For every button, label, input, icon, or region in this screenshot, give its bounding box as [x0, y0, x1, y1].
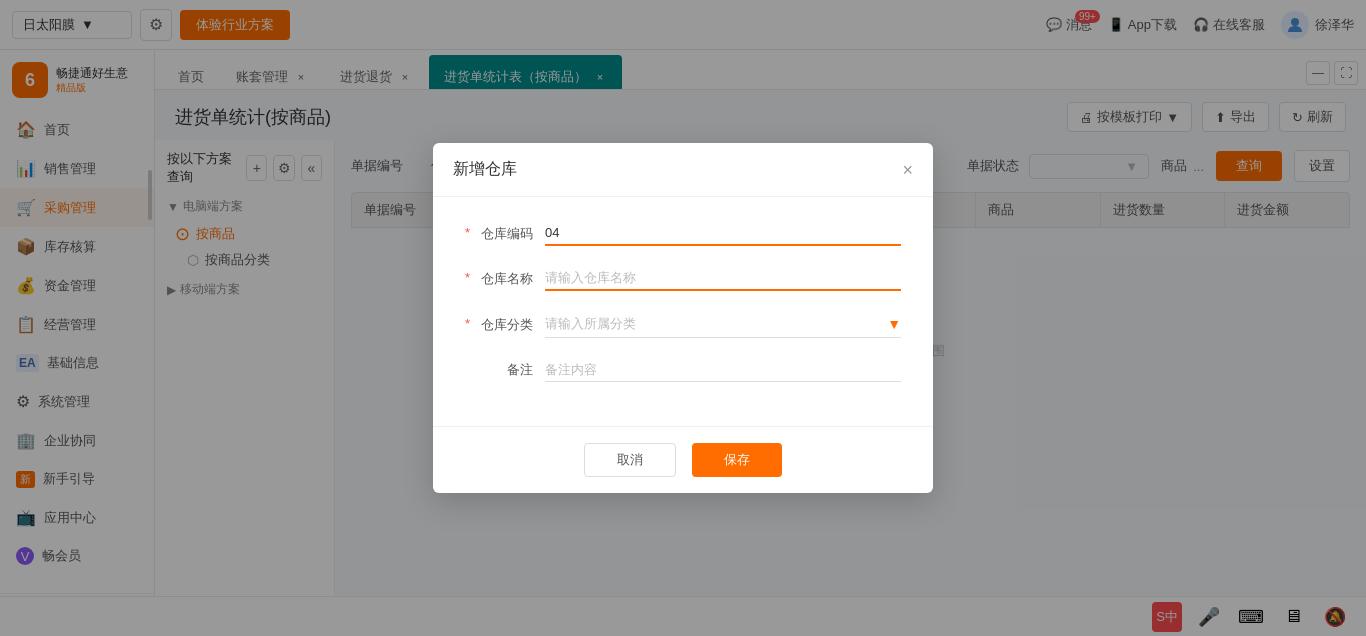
- remark-label: 备注: [465, 361, 545, 379]
- modal-close-icon[interactable]: ×: [902, 161, 913, 179]
- warehouse-remark-input[interactable]: [545, 358, 901, 382]
- warehouse-code-input[interactable]: [545, 221, 901, 246]
- warehouse-category-dropdown[interactable]: 请输入所属分类 ▼: [545, 311, 901, 338]
- category-label: 仓库分类: [465, 316, 545, 334]
- form-row-name: 仓库名称: [465, 266, 901, 291]
- code-label: 仓库编码: [465, 225, 545, 243]
- category-arrow-icon: ▼: [887, 316, 901, 332]
- form-row-category: 仓库分类 请输入所属分类 ▼: [465, 311, 901, 338]
- modal-overlay: 新增仓库 × 仓库编码 仓库名称 仓库分类 请输入所属分类 ▼: [0, 0, 1366, 636]
- modal-header: 新增仓库 ×: [433, 143, 933, 197]
- form-row-remark: 备注: [465, 358, 901, 382]
- modal-title: 新增仓库: [453, 159, 517, 180]
- modal-footer: 取消 保存: [433, 426, 933, 493]
- warehouse-name-input[interactable]: [545, 266, 901, 291]
- modal-body: 仓库编码 仓库名称 仓库分类 请输入所属分类 ▼ 备注: [433, 197, 933, 426]
- save-button[interactable]: 保存: [692, 443, 782, 477]
- form-row-code: 仓库编码: [465, 221, 901, 246]
- name-label: 仓库名称: [465, 270, 545, 288]
- cancel-button[interactable]: 取消: [584, 443, 676, 477]
- new-warehouse-modal: 新增仓库 × 仓库编码 仓库名称 仓库分类 请输入所属分类 ▼: [433, 143, 933, 493]
- category-placeholder: 请输入所属分类: [545, 315, 887, 333]
